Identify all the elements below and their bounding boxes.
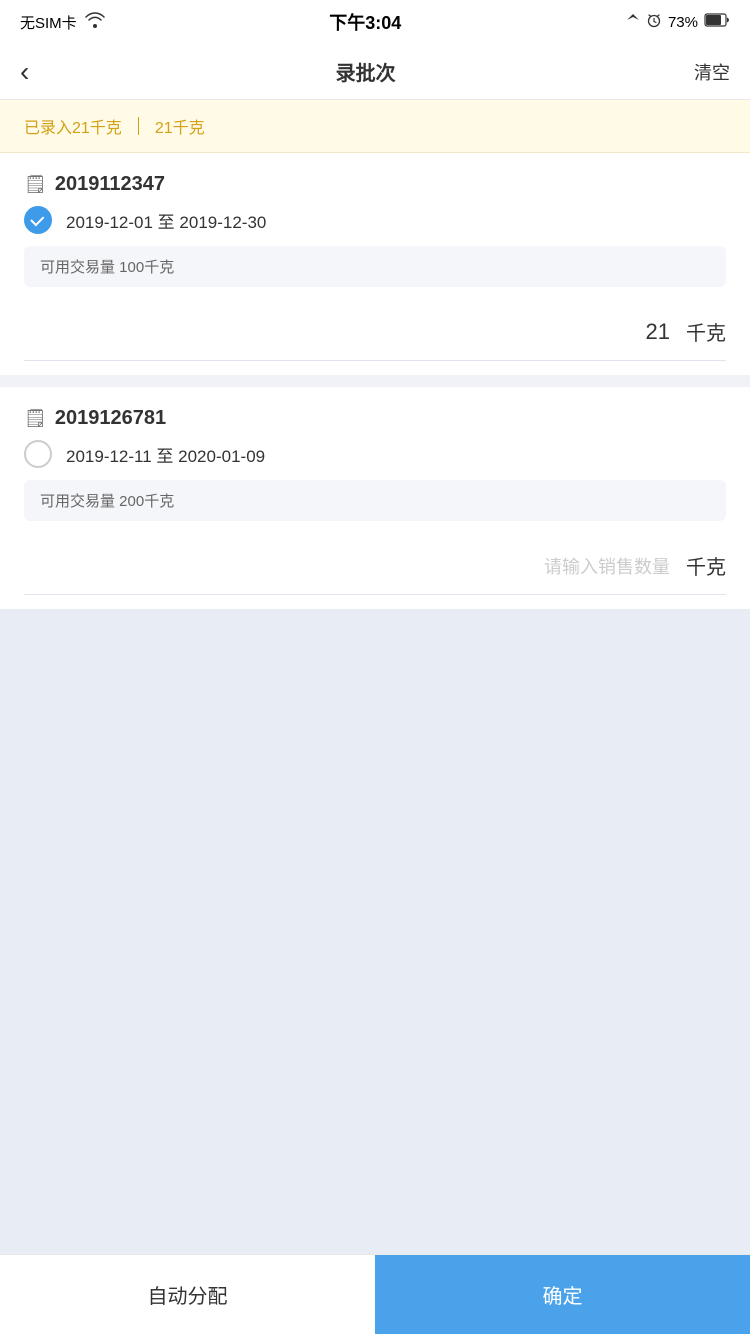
alarm-icon: [646, 12, 662, 32]
status-time: 下午3:04: [329, 9, 401, 35]
batch2-available: 可用交易量 200千克: [24, 480, 726, 521]
recorded-value: 21千克: [155, 114, 205, 138]
batch1-quantity-value: 21: [646, 319, 670, 345]
status-left: 无SIM卡: [20, 12, 105, 33]
batch1-id: 2019112347: [55, 173, 165, 196]
batch1-date-row: 2019-12-01 至 2019-12-30: [24, 206, 726, 234]
batch1-quantity-unit: 千克: [686, 317, 726, 346]
status-bar: 无SIM卡 下午3:04 73%: [0, 0, 750, 44]
bottom-bar: 自动分配 确定: [0, 1254, 750, 1334]
battery-percent: 73%: [668, 14, 698, 31]
back-button[interactable]: ‹: [20, 52, 37, 92]
batch2-radio[interactable]: [24, 440, 52, 468]
empty-area: [0, 609, 750, 1254]
battery-icon: [704, 13, 730, 31]
banner-divider: [138, 117, 139, 135]
batch2-input-placeholder: 请输入销售数量: [544, 553, 670, 579]
batch-item-1[interactable]: 🗒 2019112347 2019-12-01 至 2019-12-30 可用交…: [0, 153, 750, 303]
sim-text: 无SIM卡: [20, 12, 77, 33]
batch1-icon: 🗒: [24, 174, 47, 195]
batch2-input-unit: 千克: [686, 551, 726, 580]
page-title: 录批次: [336, 57, 396, 86]
recorded-label: 已录入21千克: [24, 114, 122, 138]
nav-bar: ‹ 录批次 清空: [0, 44, 750, 100]
batch2-input-row[interactable]: 请输入销售数量 千克: [0, 537, 750, 580]
batch1-available: 可用交易量 100千克: [24, 246, 726, 287]
batch-item-2[interactable]: 🗒 2019126781 2019-12-11 至 2020-01-09 可用交…: [0, 387, 750, 537]
batch1-header: 🗒 2019112347: [24, 173, 726, 196]
content-area: 已录入21千克 21千克 🗒 2019112347 2019-12-01 至 2…: [0, 100, 750, 1254]
batch2-date: 2019-12-11 至 2020-01-09: [66, 442, 265, 467]
batch1-radio[interactable]: [24, 206, 52, 234]
status-right: 73%: [626, 12, 730, 32]
info-banner: 已录入21千克 21千克: [0, 100, 750, 153]
confirm-button[interactable]: 确定: [375, 1255, 750, 1334]
batch2-icon: 🗒: [24, 408, 47, 429]
batch2-date-row: 2019-12-11 至 2020-01-09: [24, 440, 726, 468]
clear-button[interactable]: 清空: [694, 59, 730, 85]
batch1-quantity-row: 21 千克: [0, 303, 750, 346]
location-icon: [626, 13, 640, 31]
auto-distribute-button[interactable]: 自动分配: [0, 1255, 375, 1334]
batch2-id: 2019126781: [55, 407, 166, 430]
section-gap-1: [0, 375, 750, 387]
batch2-header: 🗒 2019126781: [24, 407, 726, 430]
batch1-date: 2019-12-01 至 2019-12-30: [66, 208, 266, 233]
wifi-icon: [85, 12, 105, 32]
